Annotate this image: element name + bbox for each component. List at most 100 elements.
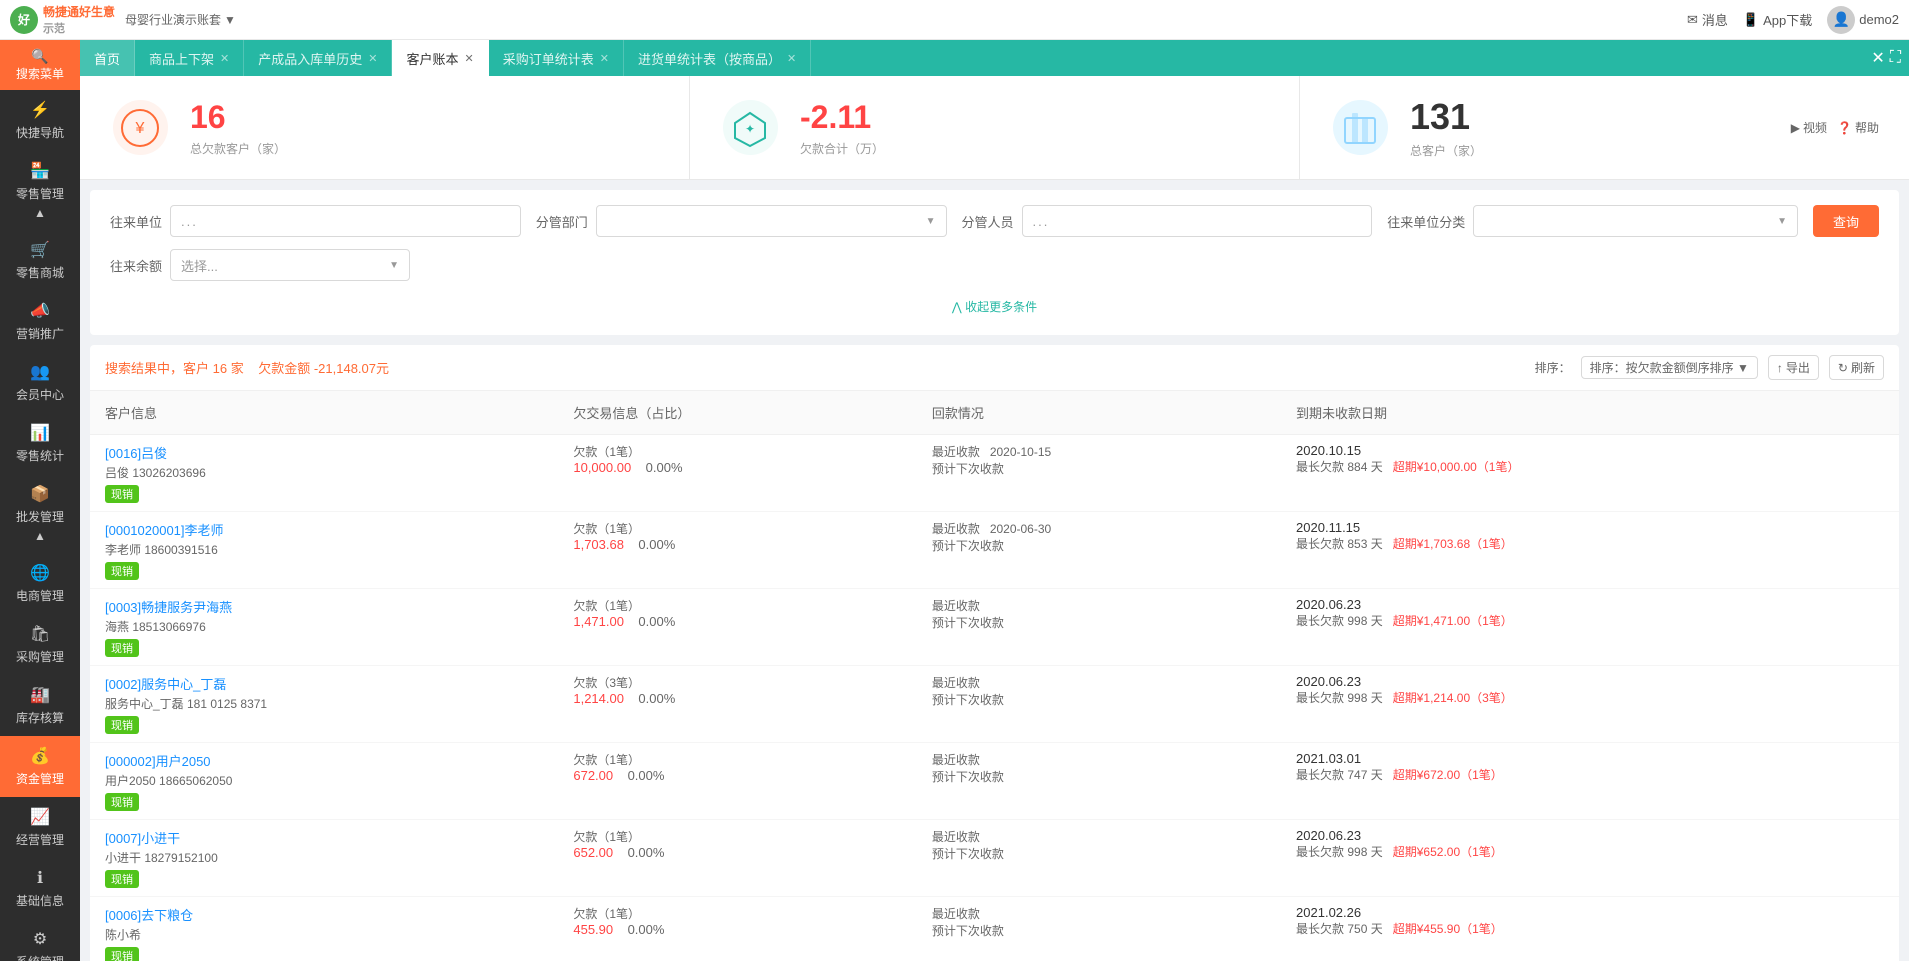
sidebar-item-sys-mgmt[interactable]: ⚙ 系统管理 [0, 919, 80, 961]
debt-amount-2[interactable]: 1,471.00 [573, 614, 624, 629]
debt-amount-6[interactable]: 455.90 [573, 922, 613, 937]
sidebar-item-batch-mgmt[interactable]: 📦 批发管理 ▲ [0, 474, 80, 553]
overdue-amount-5[interactable]: 超期¥652.00（1笔） [1393, 845, 1503, 859]
tab-close-all-btn[interactable]: ✕ [1871, 48, 1884, 68]
debt-amount-5[interactable]: 652.00 [573, 845, 613, 860]
filter-area: 往来单位 ... 分管部门 ▼ [90, 190, 1899, 335]
table-row: [0002]服务中心_丁磊 服务中心_丁磊 181 0125 8371 现销 欠… [90, 666, 1899, 743]
customer-tag-2: 现销 [105, 639, 139, 657]
customer-name-3[interactable]: [0002]服务中心_丁磊 [105, 674, 543, 693]
tab-bar: 首页 商品上下架 ✕ 产成品入库单历史 ✕ 客户账本 ✕ 采购订单统计表 ✕ 进… [80, 40, 1909, 76]
quick-nav-icon: ⚡ [30, 100, 50, 120]
tab-close-inbound[interactable]: ✕ [787, 52, 796, 65]
sidebar-item-basic-info[interactable]: ℹ 基础信息 [0, 858, 80, 919]
debt-amount-0[interactable]: 10,000.00 [573, 460, 631, 475]
customer-sub-6: 陈小希 [105, 926, 543, 943]
filter-dept: 分管部门 ▼ [536, 205, 947, 237]
debt-percent-6: 0.00% [628, 922, 665, 937]
sidebar-item-marketing[interactable]: 📣 营销推广 [0, 291, 80, 352]
tab-purchase[interactable]: 采购订单统计表 ✕ [489, 40, 624, 76]
sidebar-item-retail-mgmt[interactable]: 🏪 零售管理 ▲ [0, 151, 80, 230]
sidebar-item-ecommerce[interactable]: 🌐 电商管理 [0, 553, 80, 614]
cell-debt-3: 欠款（3笔） 1,214.00 0.00% [558, 666, 916, 743]
export-btn[interactable]: ↑ 导出 [1768, 355, 1819, 380]
stat-value-3: 131 [1410, 96, 1482, 138]
next-collect-3: 预计下次收款 [932, 691, 1266, 708]
user-menu[interactable]: 👤 demo2 [1827, 6, 1899, 34]
dept-select[interactable]: ▼ [596, 205, 947, 237]
customer-name-0[interactable]: [0016]吕俊 [105, 443, 543, 462]
sidebar-item-retail-stats[interactable]: 📊 零售统计 [0, 413, 80, 474]
sidebar-search[interactable]: 🔍 搜索菜单 [0, 40, 80, 90]
tab-products[interactable]: 商品上下架 ✕ [135, 40, 244, 76]
sidebar-item-operations[interactable]: 📈 经营管理 [0, 797, 80, 858]
query-button[interactable]: 查询 [1813, 205, 1879, 237]
person-label: 分管人员 [962, 212, 1014, 231]
stat-value-1: 16 [190, 99, 286, 136]
company-selector[interactable]: 母婴行业演示账套 ▼ [125, 11, 236, 28]
sort-select[interactable]: 排序：按欠款金额倒序排序 ▼ [1581, 356, 1758, 379]
overdue-amount-3[interactable]: 超期¥1,214.00（3笔） [1393, 691, 1513, 705]
due-date-5: 2020.06.23 [1296, 828, 1884, 843]
overdue-amount-2[interactable]: 超期¥1,471.00（1笔） [1393, 614, 1513, 628]
tab-close-production[interactable]: ✕ [368, 52, 377, 65]
tab-inbound[interactable]: 进货单统计表（按商品） ✕ [624, 40, 811, 76]
customer-name-5[interactable]: [0007]小进干 [105, 828, 543, 847]
stat-info-1: 16 总欠款客户（家） [190, 99, 286, 157]
sidebar-item-retail-mall[interactable]: 🛒 零售商城 [0, 230, 80, 291]
tab-close-customer[interactable]: ✕ [465, 52, 474, 65]
unit-class-select[interactable]: ▼ [1473, 205, 1798, 237]
stat-label-2: 欠款合计（万） [800, 140, 884, 157]
overdue-amount-1[interactable]: 超期¥1,703.68（1笔） [1393, 537, 1513, 551]
debt-amount-1[interactable]: 1,703.68 [573, 537, 624, 552]
customer-sub-4: 用户2050 18665062050 [105, 772, 543, 789]
cell-customer-5: [0007]小进干 小进干 18279152100 现销 [90, 820, 558, 897]
customer-name-2[interactable]: [0003]畅捷服务尹海燕 [105, 597, 543, 616]
message-btn[interactable]: ✉ 消息 [1687, 10, 1728, 29]
debt-amount-4[interactable]: 672.00 [573, 768, 613, 783]
customer-name-6[interactable]: [0006]去下粮仓 [105, 905, 543, 924]
customer-name-4[interactable]: [000002]用户2050 [105, 751, 543, 770]
toolbar-actions: 排序： 排序：按欠款金额倒序排序 ▼ ↑ 导出 ↻ 刷新 [1535, 355, 1884, 380]
cell-collection-1: 最近收款 2020-06-30 预计下次收款 [917, 512, 1281, 589]
tab-production[interactable]: 产成品入库单历史 ✕ [244, 40, 392, 76]
next-collect-0: 预计下次收款 [932, 460, 1266, 477]
view-btn[interactable]: ▶ 视频 [1791, 119, 1827, 136]
stat-card-1: ¥ 16 总欠款客户（家） [80, 76, 690, 179]
cell-debt-5: 欠款（1笔） 652.00 0.00% [558, 820, 916, 897]
overdue-days-0: 最长欠款 884 天 超期¥10,000.00（1笔） [1296, 458, 1884, 475]
filter-person: 分管人员 ... [962, 205, 1373, 237]
overdue-amount-4[interactable]: 超期¥672.00（1笔） [1393, 768, 1503, 782]
debt-count-3: 欠款（3笔） [573, 674, 901, 691]
cell-customer-2: [0003]畅捷服务尹海燕 海燕 18513066976 现销 [90, 589, 558, 666]
source-unit-label: 往来单位 [110, 212, 162, 231]
cell-customer-0: [0016]吕俊 吕俊 13026203696 现销 [90, 435, 558, 512]
customer-name-1[interactable]: [0001020001]李老师 [105, 520, 543, 539]
sidebar-item-inventory[interactable]: 🏭 库存核算 [0, 675, 80, 736]
source-unit-input[interactable]: ... [170, 205, 521, 237]
collapse-row[interactable]: ⋀ 收起更多条件 [110, 293, 1879, 320]
balance-select[interactable]: 选择... ▼ [170, 249, 410, 281]
debt-amount-3[interactable]: 1,214.00 [573, 691, 624, 706]
app-download-btn[interactable]: 📱 App下载 [1743, 10, 1812, 29]
sidebar-item-purchase[interactable]: 🛍 采购管理 [0, 614, 80, 675]
tab-maximize-btn[interactable]: ⛶ [1890, 49, 1901, 67]
tab-close-purchase[interactable]: ✕ [600, 52, 609, 65]
sidebar-item-members[interactable]: 👥 会员中心 [0, 352, 80, 413]
customer-tag-3: 现销 [105, 716, 139, 734]
tab-home[interactable]: 首页 [80, 40, 135, 76]
overdue-amount-0[interactable]: 超期¥10,000.00（1笔） [1393, 460, 1520, 474]
tab-customer[interactable]: 客户账本 ✕ [392, 40, 488, 76]
next-collect-4: 预计下次收款 [932, 768, 1266, 785]
sidebar-item-finance[interactable]: 💰 资金管理 [0, 736, 80, 797]
cell-collection-2: 最近收款 预计下次收款 [917, 589, 1281, 666]
stat-card-actions: ▶ 视频 ❓ 帮助 [1791, 119, 1879, 136]
cell-collection-6: 最近收款 预计下次收款 [917, 897, 1281, 961]
person-input[interactable]: ... [1022, 205, 1373, 237]
tab-close-products[interactable]: ✕ [220, 52, 229, 65]
refresh-btn[interactable]: ↻ 刷新 [1829, 355, 1884, 380]
help-btn[interactable]: ❓ 帮助 [1837, 119, 1879, 136]
overdue-amount-6[interactable]: 超期¥455.90（1笔） [1393, 922, 1503, 936]
stat-info-2: -2.11 欠款合计（万） [800, 99, 884, 157]
sidebar-item-quick-nav[interactable]: ⚡ 快捷导航 [0, 90, 80, 151]
